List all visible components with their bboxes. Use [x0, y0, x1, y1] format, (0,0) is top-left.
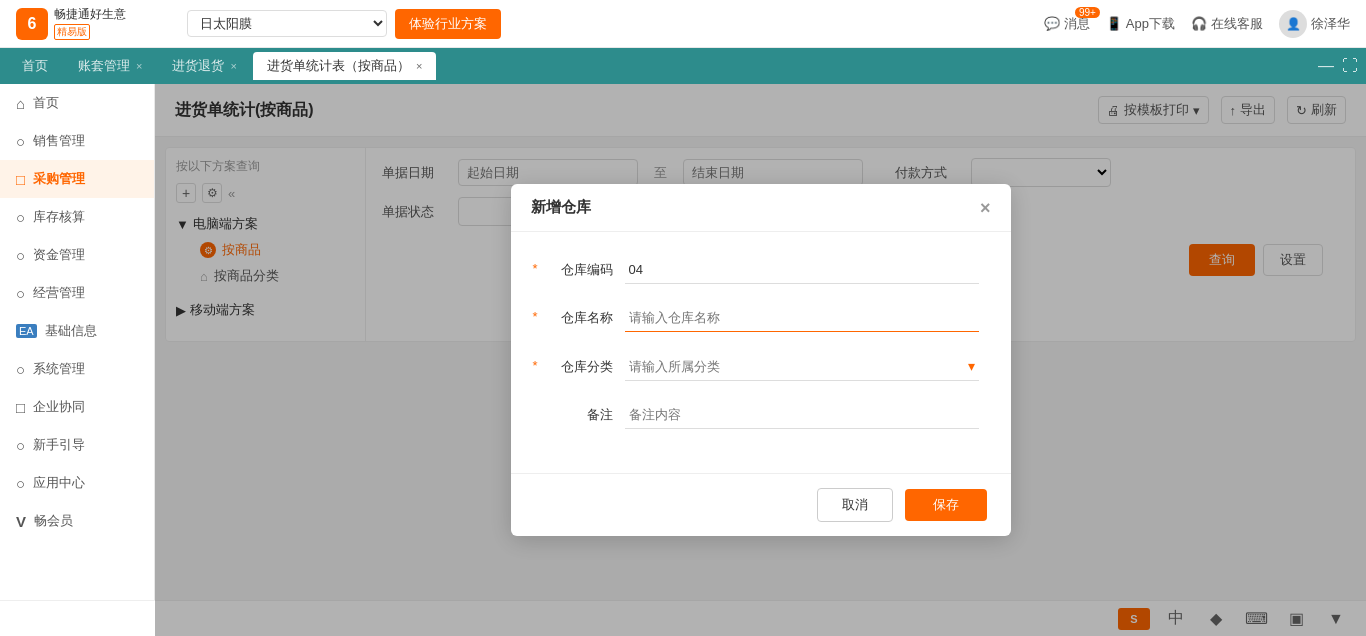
- note-label: 备注: [543, 406, 613, 424]
- header-search-area: 日太阳膜 ⚙: [179, 10, 383, 38]
- trial-button[interactable]: 体验行业方案: [395, 9, 501, 39]
- home-icon: ⌂: [16, 95, 25, 112]
- sidebar-item-basics[interactable]: EA 基础信息: [0, 312, 154, 350]
- headset-icon: 🎧: [1191, 16, 1207, 31]
- code-label: 仓库编码: [543, 261, 613, 279]
- sales-icon: ○: [16, 133, 25, 150]
- tab-home-label: 首页: [22, 57, 48, 75]
- message-icon: 💬: [1044, 16, 1060, 31]
- tab-account-label: 账套管理: [78, 57, 130, 75]
- header-right: 💬 消息 99+ 📱 App下载 🎧 在线客服 👤 徐泽华: [1044, 10, 1350, 38]
- main-layout: ⌂ 首页 ○ 销售管理 □ 采购管理 ○ 库存核算 ○ 资金管理 ○ 经营管理 …: [0, 84, 1366, 636]
- sidebar-sales-label: 销售管理: [33, 132, 85, 150]
- sidebar-inventory-label: 库存核算: [33, 208, 85, 226]
- name-label: 仓库名称: [543, 309, 613, 327]
- system-icon: ○: [16, 361, 25, 378]
- inventory-icon: ○: [16, 209, 25, 226]
- category-label: 仓库分类: [543, 358, 613, 376]
- logo-text: 畅捷通好生意: [54, 7, 126, 23]
- dialog-overlay: 新增仓库 × 仓库编码 仓库名称 仓库分类: [155, 84, 1366, 636]
- code-input[interactable]: [625, 256, 979, 284]
- category-dropdown-icon[interactable]: ▾: [968, 358, 975, 374]
- form-row-name: 仓库名称: [543, 304, 979, 332]
- tab-maximize-icon[interactable]: ⛶: [1342, 57, 1358, 75]
- sidebar-item-guide[interactable]: ○ 新手引导: [0, 426, 154, 464]
- logo-text-area: 畅捷通好生意 精易版: [54, 7, 126, 41]
- store-selector[interactable]: 日太阳膜: [187, 10, 387, 37]
- name-input[interactable]: [625, 304, 979, 332]
- form-row-note: 备注: [543, 401, 979, 429]
- finance-icon: ○: [16, 247, 25, 264]
- operations-icon: ○: [16, 285, 25, 302]
- new-warehouse-dialog: 新增仓库 × 仓库编码 仓库名称 仓库分类: [511, 184, 1011, 536]
- vip-icon: V: [16, 513, 26, 530]
- sidebar-item-purchase[interactable]: □ 采购管理: [0, 160, 154, 198]
- sidebar-item-vip[interactable]: V 畅会员: [0, 502, 154, 540]
- form-row-code: 仓库编码: [543, 256, 979, 284]
- tab-minimize-icon[interactable]: —: [1318, 57, 1334, 75]
- sidebar-finance-label: 资金管理: [33, 246, 85, 264]
- appcenter-icon: ○: [16, 475, 25, 492]
- dialog-header: 新增仓库 ×: [511, 184, 1011, 232]
- sidebar-item-appcenter[interactable]: ○ 应用中心: [0, 464, 154, 502]
- enterprise-icon: □: [16, 399, 25, 416]
- sidebar-enterprise-label: 企业协同: [33, 398, 85, 416]
- logo-icon: 6: [16, 8, 48, 40]
- sidebar-item-enterprise[interactable]: □ 企业协同: [0, 388, 154, 426]
- avatar: 👤: [1279, 10, 1307, 38]
- tab-home[interactable]: 首页: [8, 52, 62, 80]
- tab-purchase-return-label: 进货退货: [172, 57, 224, 75]
- category-input[interactable]: [629, 359, 968, 374]
- online-service-label: 在线客服: [1211, 15, 1263, 33]
- app-download-label: App下载: [1126, 15, 1175, 33]
- content-area: 进货单统计(按商品) 🖨 按模板打印 ▾ ↑ 导出 ↻ 刷新: [155, 84, 1366, 636]
- dialog-title: 新增仓库: [531, 198, 591, 217]
- logo-badge: 精易版: [54, 24, 90, 40]
- sidebar-basics-label: 基础信息: [45, 322, 97, 340]
- tab-purchase-stat-label: 进货单统计表（按商品）: [267, 57, 410, 75]
- message-item[interactable]: 💬 消息 99+: [1044, 15, 1090, 33]
- user-name: 徐泽华: [1311, 15, 1350, 33]
- guide-icon: ○: [16, 437, 25, 454]
- category-select-wrap: ▾: [625, 352, 979, 381]
- sidebar-item-system[interactable]: ○ 系统管理: [0, 350, 154, 388]
- sidebar-appcenter-label: 应用中心: [33, 474, 85, 492]
- cancel-button[interactable]: 取消: [817, 488, 893, 522]
- user-area[interactable]: 👤 徐泽华: [1279, 10, 1350, 38]
- tab-controls: — ⛶: [1318, 57, 1358, 75]
- basics-icon: EA: [16, 324, 37, 338]
- sidebar-item-home[interactable]: ⌂ 首页: [0, 84, 154, 122]
- logo-area: 6 畅捷通好生意 精易版: [16, 7, 171, 41]
- tab-purchase-stat[interactable]: 进货单统计表（按商品） ×: [253, 52, 436, 80]
- mobile-icon: 📱: [1106, 16, 1122, 31]
- tab-account[interactable]: 账套管理 ×: [64, 52, 156, 80]
- tab-purchase-stat-close[interactable]: ×: [416, 60, 422, 72]
- app-download-item[interactable]: 📱 App下载: [1106, 15, 1175, 33]
- sidebar-vip-label: 畅会员: [34, 512, 73, 530]
- dialog-footer: 取消 保存: [511, 473, 1011, 536]
- purchase-icon: □: [16, 171, 25, 188]
- note-input[interactable]: [625, 401, 979, 429]
- sidebar-system-label: 系统管理: [33, 360, 85, 378]
- sidebar-purchase-label: 采购管理: [33, 170, 85, 188]
- sidebar-item-inventory[interactable]: ○ 库存核算: [0, 198, 154, 236]
- top-header: 6 畅捷通好生意 精易版 日太阳膜 ⚙ 体验行业方案 💬 消息 99+ 📱 Ap…: [0, 0, 1366, 48]
- sidebar-item-sales[interactable]: ○ 销售管理: [0, 122, 154, 160]
- tab-bar: 首页 账套管理 × 进货退货 × 进货单统计表（按商品） × — ⛶: [0, 48, 1366, 84]
- tab-purchase-return-close[interactable]: ×: [230, 60, 236, 72]
- sidebar-guide-label: 新手引导: [33, 436, 85, 454]
- sidebar-item-operations[interactable]: ○ 经营管理: [0, 274, 154, 312]
- form-row-category: 仓库分类 ▾: [543, 352, 979, 381]
- sidebar-item-finance[interactable]: ○ 资金管理: [0, 236, 154, 274]
- sidebar: ⌂ 首页 ○ 销售管理 □ 采购管理 ○ 库存核算 ○ 资金管理 ○ 经营管理 …: [0, 84, 155, 636]
- dialog-close-icon[interactable]: ×: [980, 199, 991, 217]
- save-button[interactable]: 保存: [905, 489, 987, 521]
- message-badge: 99+: [1075, 7, 1100, 18]
- tab-purchase-return[interactable]: 进货退货 ×: [158, 52, 250, 80]
- sidebar-home-label: 首页: [33, 94, 59, 112]
- tab-account-close[interactable]: ×: [136, 60, 142, 72]
- dialog-body: 仓库编码 仓库名称 仓库分类 ▾: [511, 232, 1011, 473]
- sidebar-operations-label: 经营管理: [33, 284, 85, 302]
- online-service-item[interactable]: 🎧 在线客服: [1191, 15, 1263, 33]
